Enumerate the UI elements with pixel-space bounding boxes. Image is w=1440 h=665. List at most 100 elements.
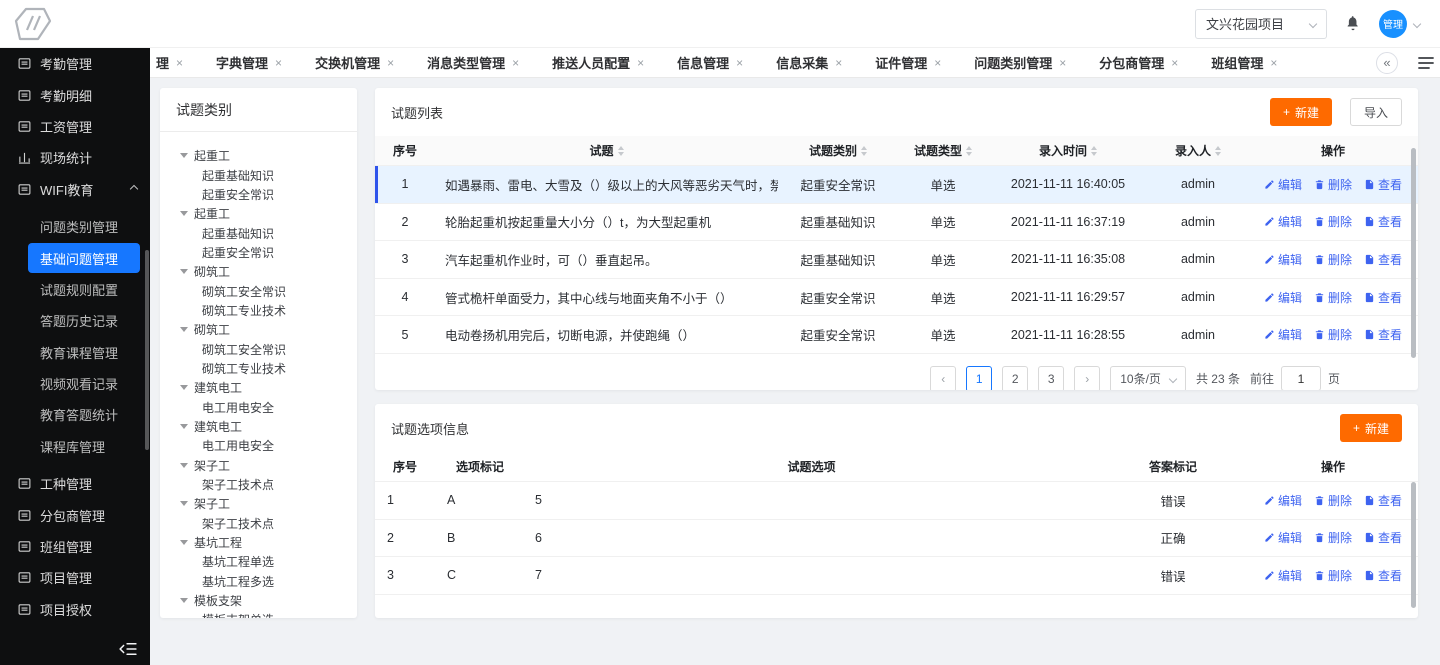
edit-link[interactable]: 编辑 bbox=[1264, 492, 1302, 509]
sidebar-item-worktype-mgmt[interactable]: 工种管理 bbox=[0, 468, 150, 499]
tab-close-icon[interactable]: × bbox=[176, 56, 183, 70]
tab[interactable]: 证件管理 × bbox=[875, 53, 941, 72]
tab[interactable]: 消息类型管理 × bbox=[427, 53, 519, 72]
edit-link[interactable]: 编辑 bbox=[1264, 176, 1302, 193]
tab-close-icon[interactable]: × bbox=[512, 56, 519, 70]
tab-close-icon[interactable]: × bbox=[387, 56, 394, 70]
view-link[interactable]: 查看 bbox=[1364, 326, 1402, 343]
tree-node[interactable]: 基坑工程单选 bbox=[160, 552, 357, 571]
tab[interactable]: 交换机管理 × bbox=[315, 53, 394, 72]
sidebar-item-question-category-mgmt[interactable]: 问题类别管理 bbox=[0, 211, 150, 242]
tab-close-icon[interactable]: × bbox=[736, 56, 743, 70]
tree-node[interactable]: 电工用电安全 bbox=[160, 397, 357, 416]
tree-node[interactable]: 架子工技术点 bbox=[160, 475, 357, 494]
delete-link[interactable]: 删除 bbox=[1314, 213, 1352, 230]
tab[interactable]: 信息管理 × bbox=[677, 53, 743, 72]
option-row[interactable]: 3 C 7 错误 编辑 删除 查看 bbox=[375, 557, 1418, 595]
tree-node[interactable]: 基坑工程多选 bbox=[160, 572, 357, 591]
sidebar-item-attendance-mgmt[interactable]: 考勤管理 bbox=[0, 48, 150, 79]
sidebar-item-project-mgmt[interactable]: 项目管理 bbox=[0, 562, 150, 593]
delete-link[interactable]: 删除 bbox=[1314, 326, 1352, 343]
view-link[interactable]: 查看 bbox=[1364, 251, 1402, 268]
edit-link[interactable]: 编辑 bbox=[1264, 289, 1302, 306]
option-row[interactable]: 2 B 6 正确 编辑 删除 查看 bbox=[375, 520, 1418, 558]
notification-bell-icon[interactable] bbox=[1345, 15, 1361, 32]
view-link[interactable]: 查看 bbox=[1364, 492, 1402, 509]
delete-link[interactable]: 删除 bbox=[1314, 251, 1352, 268]
table-scrollbar[interactable] bbox=[1411, 482, 1416, 608]
page-size-select[interactable]: 10条/页 bbox=[1110, 365, 1186, 390]
sidebar-item-attendance-detail[interactable]: 考勤明细 bbox=[0, 79, 150, 110]
tree-node[interactable]: 砌筑工专业技术 bbox=[160, 359, 357, 378]
page-button-1[interactable]: 1 bbox=[966, 365, 993, 390]
tab[interactable]: 班组管理 × bbox=[1211, 53, 1277, 72]
sidebar-item-course-library-mgmt[interactable]: 课程库管理 bbox=[0, 431, 150, 462]
tree-node[interactable]: 架子工 bbox=[160, 494, 357, 513]
question-row[interactable]: 3 汽车起重机作业时，可（）垂直起吊。 起重基础知识 单选 2021-11-11… bbox=[375, 241, 1418, 279]
prev-page-button[interactable]: ‹ bbox=[930, 365, 957, 390]
question-row[interactable]: 4 管式桅杆单面受力，其中心线与地面夹角不小于（） 起重安全常识 单选 2021… bbox=[375, 279, 1418, 317]
tab-close-icon[interactable]: × bbox=[275, 56, 282, 70]
sidebar-item-project-auth[interactable]: 项目授权 bbox=[0, 594, 150, 625]
delete-link[interactable]: 删除 bbox=[1314, 567, 1352, 584]
sidebar-item-wifi-education[interactable]: WIFI教育 bbox=[0, 174, 150, 205]
tree-node[interactable]: 电工用电安全 bbox=[160, 436, 357, 455]
delete-link[interactable]: 删除 bbox=[1314, 176, 1352, 193]
tree-node[interactable]: 砌筑工专业技术 bbox=[160, 301, 357, 320]
table-scrollbar[interactable] bbox=[1411, 148, 1416, 358]
user-menu[interactable]: 管理 bbox=[1379, 9, 1422, 38]
tree-node[interactable]: 架子工 bbox=[160, 456, 357, 475]
tab-close-icon[interactable]: × bbox=[637, 56, 644, 70]
page-button-3[interactable]: 3 bbox=[1038, 365, 1065, 390]
tree-node[interactable]: 起重工 bbox=[160, 146, 357, 165]
question-row[interactable]: 1 如遇暴雨、雷电、大雪及（）级以上的大风等恶劣天气时，禁止露天进行起重工作。 … bbox=[375, 166, 1418, 204]
tab[interactable]: 理 × bbox=[156, 53, 183, 72]
sort-icon[interactable] bbox=[1215, 145, 1221, 156]
tab-menu-icon[interactable] bbox=[1418, 56, 1434, 69]
tree-node[interactable]: 建筑电工 bbox=[160, 417, 357, 436]
tab-close-icon[interactable]: × bbox=[1171, 56, 1178, 70]
tab[interactable]: 信息采集 × bbox=[776, 53, 842, 72]
edit-link[interactable]: 编辑 bbox=[1264, 213, 1302, 230]
sidebar-item-salary-mgmt[interactable]: 工资管理 bbox=[0, 111, 150, 142]
tab[interactable]: 字典管理 × bbox=[216, 53, 282, 72]
new-question-button[interactable]: + 新建 bbox=[1269, 98, 1332, 126]
sort-icon[interactable] bbox=[617, 145, 624, 156]
tab-close-icon[interactable]: × bbox=[835, 56, 842, 70]
sidebar-item-site-stats[interactable]: 现场统计 bbox=[0, 142, 150, 173]
sidebar-scrollbar[interactable] bbox=[145, 250, 149, 450]
option-row[interactable]: 1 A 5 错误 编辑 删除 查看 bbox=[375, 482, 1418, 520]
tree-node[interactable]: 砌筑工 bbox=[160, 262, 357, 281]
new-option-button[interactable]: + 新建 bbox=[1339, 414, 1402, 442]
edit-link[interactable]: 编辑 bbox=[1264, 326, 1302, 343]
view-link[interactable]: 查看 bbox=[1364, 176, 1402, 193]
sidebar-item-basic-question-mgmt[interactable]: 基础问题管理 bbox=[28, 243, 140, 273]
sidebar-item-team-mgmt[interactable]: 班组管理 bbox=[0, 531, 150, 562]
tab-close-icon[interactable]: × bbox=[934, 56, 941, 70]
tree-node[interactable]: 起重安全常识 bbox=[160, 243, 357, 262]
tree-node[interactable]: 基坑工程 bbox=[160, 533, 357, 552]
delete-link[interactable]: 删除 bbox=[1314, 492, 1352, 509]
view-link[interactable]: 查看 bbox=[1364, 567, 1402, 584]
next-page-button[interactable]: › bbox=[1074, 365, 1101, 390]
sidebar-item-subcontractor-mgmt[interactable]: 分包商管理 bbox=[0, 499, 150, 530]
sidebar-item-education-course-mgmt[interactable]: 教育课程管理 bbox=[0, 337, 150, 368]
tree-node[interactable]: 建筑电工 bbox=[160, 378, 357, 397]
edit-link[interactable]: 编辑 bbox=[1264, 529, 1302, 546]
sidebar-item-video-watch-record[interactable]: 视频观看记录 bbox=[0, 368, 150, 399]
goto-page-input[interactable] bbox=[1280, 366, 1321, 390]
delete-link[interactable]: 删除 bbox=[1314, 529, 1352, 546]
tree-node[interactable]: 起重基础知识 bbox=[160, 223, 357, 242]
tab[interactable]: 问题类别管理 × bbox=[974, 53, 1066, 72]
edit-link[interactable]: 编辑 bbox=[1264, 251, 1302, 268]
tree-node[interactable]: 起重工 bbox=[160, 204, 357, 223]
question-row[interactable]: 2 轮胎起重机按起重量大小分（）t，为大型起重机 起重基础知识 单选 2021-… bbox=[375, 204, 1418, 242]
sort-icon[interactable] bbox=[1091, 145, 1097, 156]
sidebar-item-answer-history[interactable]: 答题历史记录 bbox=[0, 305, 150, 336]
sidebar-item-education-answer-stats[interactable]: 教育答题统计 bbox=[0, 399, 150, 430]
collapse-tabs-button[interactable]: « bbox=[1376, 51, 1398, 74]
project-select[interactable]: 文兴花园项目 bbox=[1194, 8, 1327, 39]
sidebar-item-question-rule-config[interactable]: 试题规则配置 bbox=[0, 274, 150, 305]
view-link[interactable]: 查看 bbox=[1364, 213, 1402, 230]
tree-node[interactable]: 模板支架 bbox=[160, 591, 357, 610]
